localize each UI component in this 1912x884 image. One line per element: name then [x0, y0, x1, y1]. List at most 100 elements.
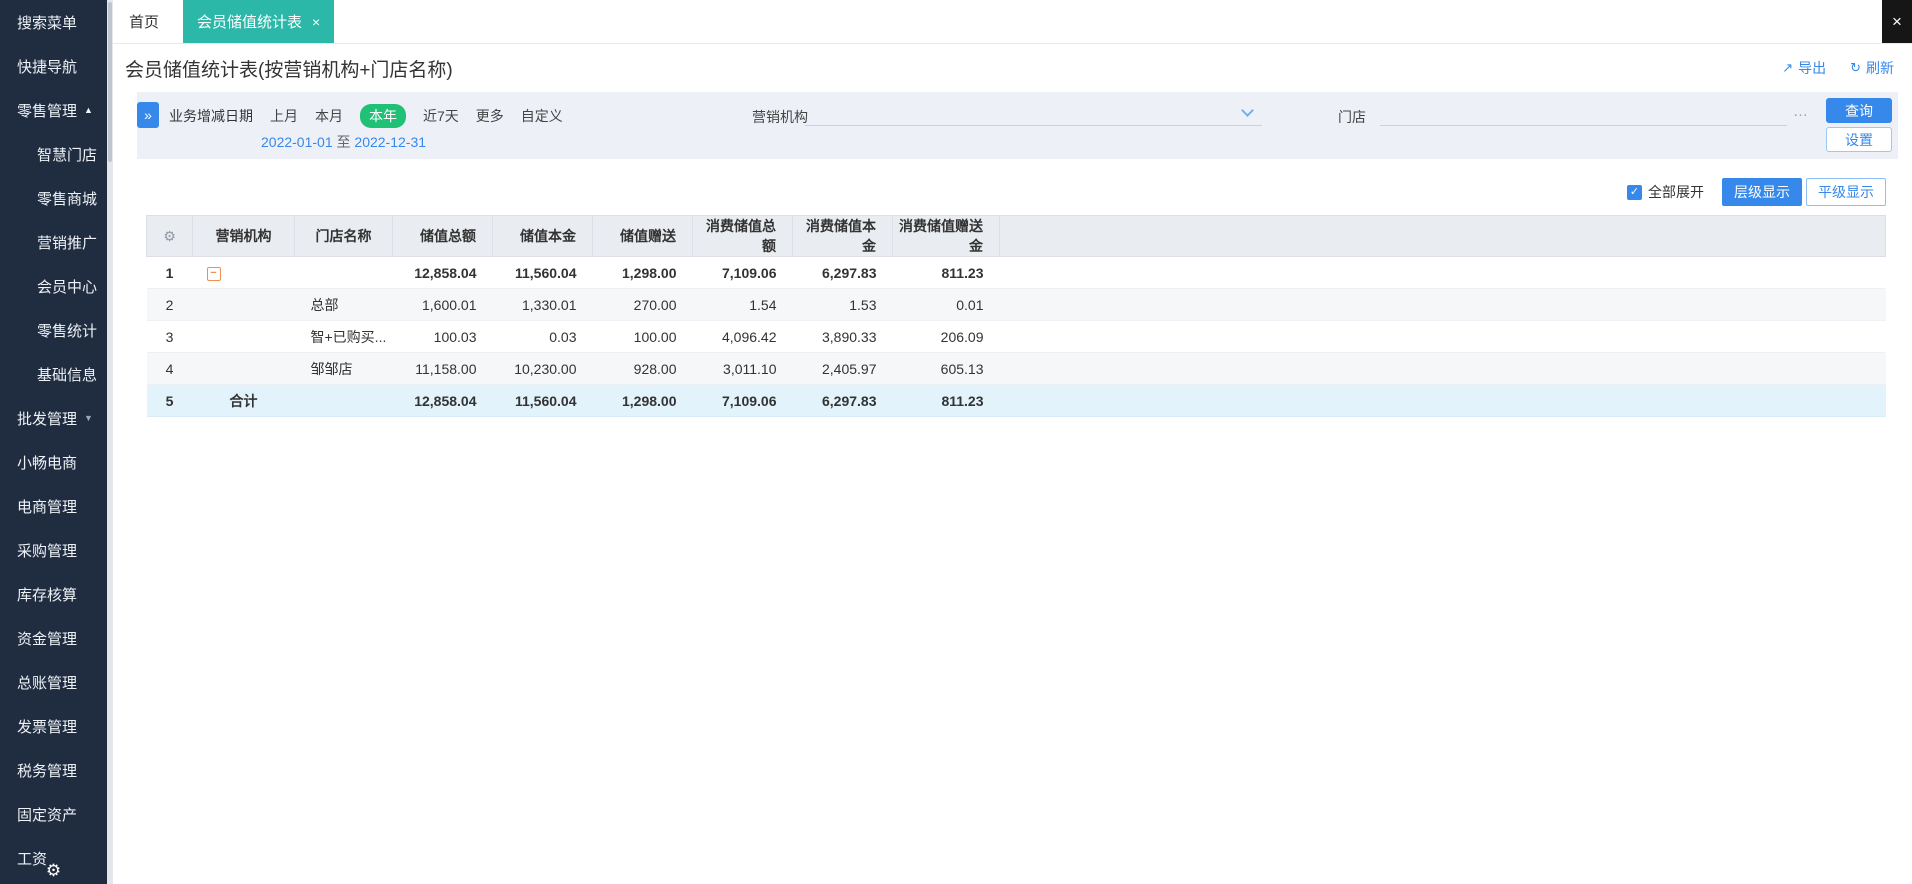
sidebar-item-总账管理[interactable]: 总账管理	[0, 660, 107, 704]
sidebar-item-固定资产[interactable]: 固定资产	[0, 792, 107, 836]
sidebar-item-批发管理[interactable]: 批发管理 ▼	[0, 396, 107, 440]
stored-value-table: ⚙ 营销机构 门店名称 储值总额 储值本金 储值赠送 消费储值总额 消费储值本金 消费储值赠送金…	[146, 215, 1886, 417]
date-range: 2022-01-01 至 2022-12-31	[261, 132, 426, 152]
refresh-label: 刷新	[1866, 60, 1894, 76]
table-row[interactable]: 3 智+已购买... 100.03 0.03 100.00 4,096.42 3,890.3…	[146, 320, 1886, 353]
date-start[interactable]: 2022-01-01	[261, 134, 333, 150]
store-input[interactable]	[1380, 100, 1787, 126]
row-collapse-icon[interactable]: −	[206, 266, 221, 281]
column-header[interactable]: 营销机构	[192, 215, 295, 257]
value-cell: 928.00	[592, 352, 693, 385]
refresh-button[interactable]: ↻ 刷新	[1850, 58, 1894, 78]
org-filter-label: 营销机构	[752, 109, 808, 125]
sidebar-item-会员中心[interactable]: 会员中心	[0, 264, 107, 308]
hierarchy-display-button[interactable]: 层级显示	[1722, 178, 1802, 206]
org-select[interactable]	[805, 100, 1262, 126]
date-option[interactable]: 本年	[360, 104, 406, 128]
column-header[interactable]: 储值总额	[392, 215, 493, 257]
date-option[interactable]: 本月	[315, 106, 343, 126]
table-area: ✓ 全部展开 层级显示 平级显示 ⚙ 营销机构 门店名称 储值总额 储值本金 储…	[113, 159, 1912, 884]
sidebar-item-零售管理[interactable]: 零售管理 ▲	[0, 88, 107, 132]
org-cell: 合计	[192, 384, 295, 417]
settings-gear-icon[interactable]: ⚙	[0, 861, 107, 881]
tab-close-icon[interactable]: ×	[312, 14, 320, 30]
expand-all-checkbox[interactable]: ✓ 全部展开	[1627, 182, 1704, 202]
page-title: 会员储值统计表(按营销机构+门店名称)	[125, 59, 453, 81]
sidebar-item-label: 零售统计	[37, 322, 98, 340]
value-cell: 270.00	[592, 288, 693, 321]
sidebar-item-库存核算[interactable]: 库存核算	[0, 572, 107, 616]
value-cell: 3,890.33	[792, 320, 893, 353]
sidebar-item-快捷导航[interactable]: 快捷导航	[0, 44, 107, 88]
org-cell	[192, 288, 295, 321]
sidebar-item-label: 零售商城	[37, 190, 98, 208]
store-cell: 邹邹店	[294, 352, 393, 385]
date-option[interactable]: 近7天	[423, 106, 459, 126]
export-button[interactable]: ↗ 导出	[1782, 58, 1826, 78]
table-row[interactable]: 1− 12,858.04 11,560.04 1,298.00 7,109.06 6,29…	[146, 256, 1886, 289]
sidebar-item-label: 税务管理	[17, 762, 78, 780]
sidebar-item-小畅电商[interactable]: 小畅电商	[0, 440, 107, 484]
query-button[interactable]: 查询	[1826, 98, 1892, 123]
sidebar-item-智慧门店[interactable]: 智慧门店	[0, 132, 107, 176]
value-cell: 11,560.04	[492, 384, 593, 417]
date-filter-label: 业务增减日期	[169, 108, 253, 124]
sidebar-item-基础信息[interactable]: 基础信息	[0, 352, 107, 396]
sidebar-item-电商管理[interactable]: 电商管理	[0, 484, 107, 528]
sidebar-item-label: 电商管理	[17, 498, 78, 516]
table-body: 1−12,858.04 11,560.04 1,298.00 7,109.06 6,29…	[146, 256, 1886, 417]
tab-home[interactable]: 首页	[113, 0, 175, 43]
sidebar-scrollbar-thumb[interactable]	[108, 2, 112, 162]
row-number: 4	[146, 352, 193, 385]
sidebar-item-label: 营销推广	[37, 234, 98, 252]
sidebar-item-采购管理[interactable]: 采购管理	[0, 528, 107, 572]
value-cell: 4,096.42	[692, 320, 793, 353]
store-cell	[294, 384, 393, 417]
column-settings-gear-icon[interactable]: ⚙	[163, 228, 176, 244]
sidebar-item-零售统计[interactable]: 零售统计	[0, 308, 107, 352]
column-header[interactable]: 储值本金	[492, 215, 593, 257]
sidebar-item-发票管理[interactable]: 发票管理	[0, 704, 107, 748]
table-row[interactable]: 2 总部 1,600.01 1,330.01 270.00 1.54 1.53 0.01	[146, 288, 1886, 321]
header-actions: ↗ 导出 ↻ 刷新	[1782, 58, 1894, 78]
sidebar-item-零售商城[interactable]: 零售商城	[0, 176, 107, 220]
row-number: 3	[146, 320, 193, 353]
column-header[interactable]: 储值赠送	[592, 215, 693, 257]
value-cell: 0.01	[892, 288, 1000, 321]
settings-button[interactable]: 设置	[1826, 127, 1892, 152]
filter-collapse-button[interactable]: »	[137, 102, 159, 128]
store-cell: 总部	[294, 288, 393, 321]
flat-display-button[interactable]: 平级显示	[1806, 178, 1886, 206]
page-header: 会员储值统计表(按营销机构+门店名称) ↗ 导出 ↻ 刷新	[113, 44, 1912, 92]
sidebar-item-label: 智慧门店	[37, 146, 98, 164]
column-header[interactable]: 门店名称	[294, 215, 393, 257]
main-area: 首页 会员储值统计表 × × 会员储值统计表(按营销机构+门店名称) ↗ 导出 …	[113, 0, 1912, 884]
sidebar-item-资金管理[interactable]: 资金管理	[0, 616, 107, 660]
date-end[interactable]: 2022-12-31	[354, 134, 426, 150]
sidebar-item-营销推广[interactable]: 营销推广	[0, 220, 107, 264]
sidebar-item-label: 采购管理	[17, 542, 78, 560]
store-lookup-icon[interactable]: …	[1793, 103, 1808, 120]
date-option[interactable]: 自定义	[521, 106, 563, 126]
value-cell: 1,600.01	[392, 288, 493, 321]
window-close-icon[interactable]: ×	[1882, 0, 1912, 43]
column-header[interactable]: 消费储值赠送金	[892, 215, 1000, 257]
org-cell	[192, 320, 295, 353]
sidebar-item-税务管理[interactable]: 税务管理	[0, 748, 107, 792]
store-cell	[294, 256, 393, 289]
date-option[interactable]: 上月	[270, 106, 298, 126]
tab-member-stored-value[interactable]: 会员储值统计表 ×	[183, 0, 335, 43]
sidebar-item-label: 库存核算	[17, 586, 78, 604]
sidebar-item-搜索菜单[interactable]: 搜索菜单	[0, 0, 107, 44]
value-cell: 1,330.01	[492, 288, 593, 321]
column-header[interactable]: 消费储值本金	[792, 215, 893, 257]
sidebar-item-label: 快捷导航	[17, 58, 78, 76]
table-row[interactable]: 4 邹邹店 11,158.00 10,230.00 928.00 3,011.10 2,40…	[146, 352, 1886, 385]
org-cell: −	[192, 256, 295, 289]
sidebar-item-label: 搜索菜单	[17, 14, 78, 32]
sidebar-scrollbar[interactable]	[107, 0, 113, 884]
filler-cell	[999, 256, 1886, 289]
date-option[interactable]: 更多	[476, 106, 504, 126]
table-total-row[interactable]: 5 合计 12,858.04 11,560.04 1,298.00 7,109.06 6,2…	[146, 384, 1886, 417]
column-header[interactable]: 消费储值总额	[692, 215, 793, 257]
